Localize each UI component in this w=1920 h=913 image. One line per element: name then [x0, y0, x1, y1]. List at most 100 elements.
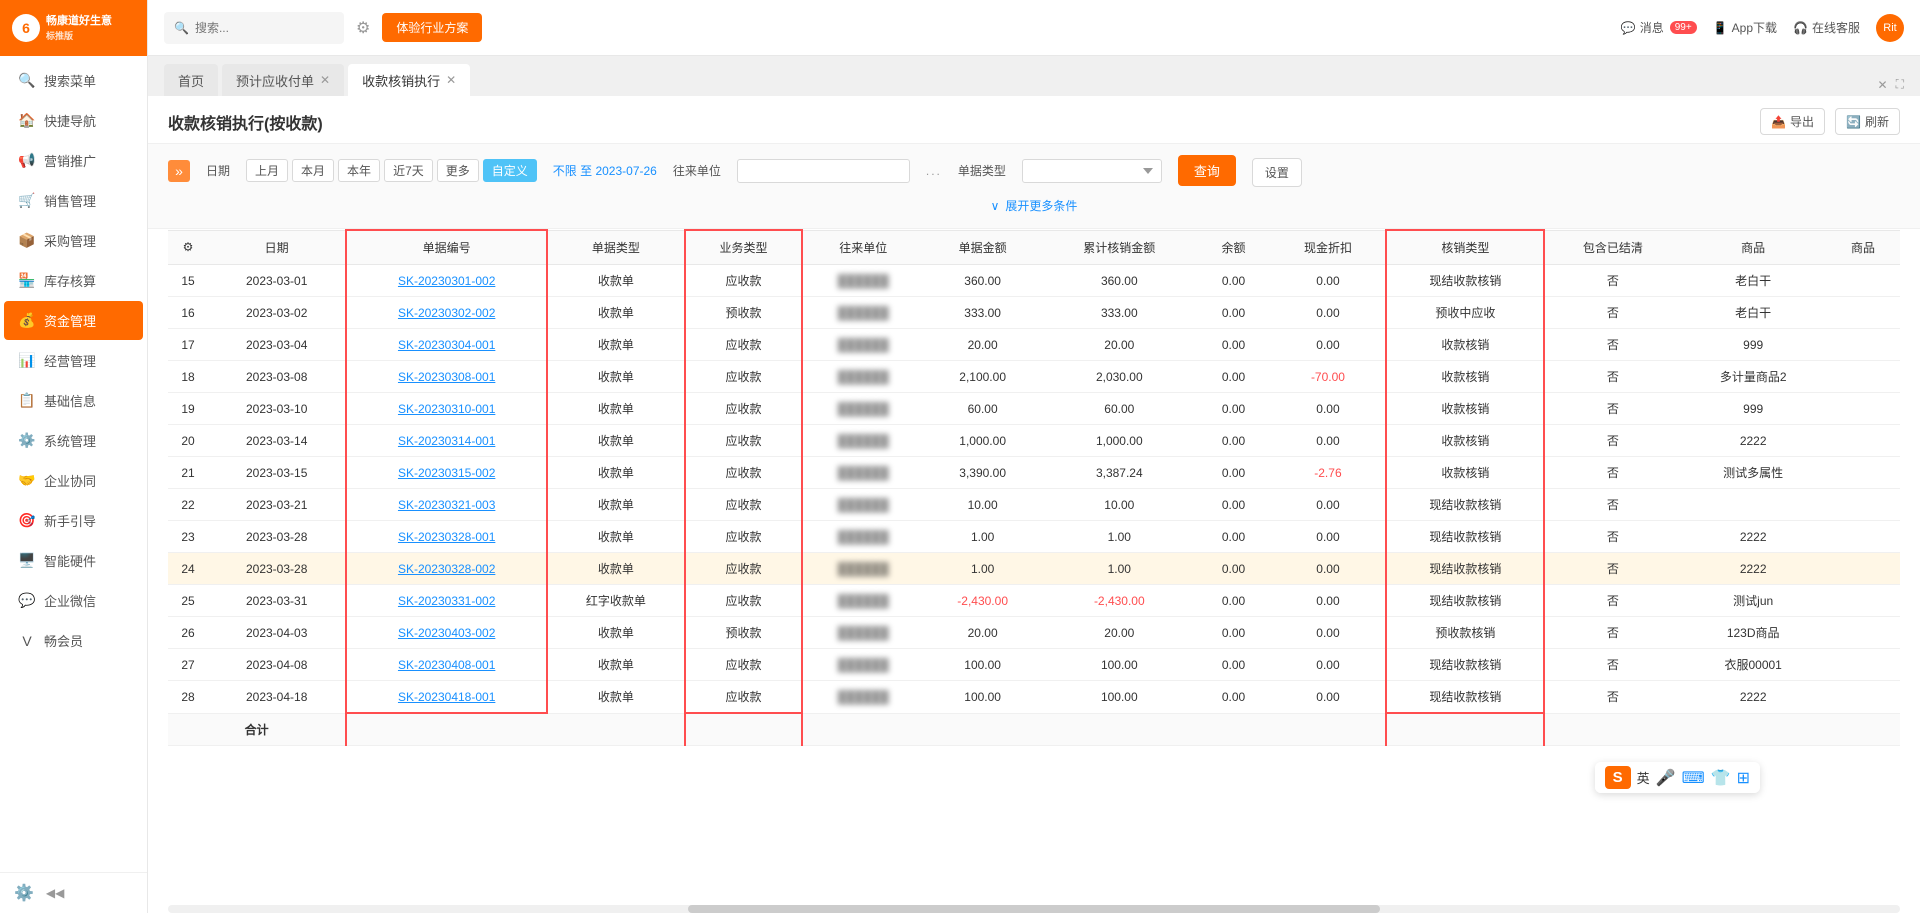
- online-service-button[interactable]: 🎧 在线客服: [1793, 19, 1860, 36]
- cell-date: 2023-04-03: [208, 617, 346, 649]
- topbar-gear-icon[interactable]: ⚙: [356, 18, 370, 38]
- sidebar-item-member[interactable]: V畅会员: [4, 621, 143, 660]
- cell-doc-no[interactable]: SK-20230304-001: [346, 329, 547, 361]
- sidebar-item-hardware[interactable]: 🖥️智能硬件: [4, 541, 143, 580]
- cell-product: 2222: [1680, 553, 1826, 585]
- sidebar-collapse-icon[interactable]: ◀◀: [46, 886, 64, 900]
- filter-partner-input[interactable]: [737, 159, 910, 183]
- filter-last-month-btn[interactable]: 上月: [246, 159, 288, 182]
- cell-cash-discount: 0.00: [1271, 617, 1387, 649]
- sidebar-item-system[interactable]: ⚙️系统管理: [4, 421, 143, 460]
- sidebar-item-basic[interactable]: 📋基础信息: [4, 381, 143, 420]
- cell-cash-discount: -2.76: [1271, 457, 1387, 489]
- cell-doc-type: 收款单: [547, 393, 685, 425]
- sidebar-item-sales[interactable]: 🛒销售管理: [4, 181, 143, 220]
- export-button[interactable]: 📤 导出: [1760, 108, 1825, 135]
- sidebar-item-purchase[interactable]: 📦采购管理: [4, 221, 143, 260]
- refresh-button[interactable]: 🔄 刷新: [1835, 108, 1900, 135]
- cell-verify-type: 收款核销: [1386, 457, 1544, 489]
- tab-receipt[interactable]: 收款核销执行 ✕: [348, 64, 470, 96]
- cell-doc-no[interactable]: SK-20230315-002: [346, 457, 547, 489]
- cell-doc-no[interactable]: SK-20230328-001: [346, 521, 547, 553]
- sidebar-item-operation[interactable]: 📊经营管理: [4, 341, 143, 380]
- cell-doc-no[interactable]: SK-20230403-002: [346, 617, 547, 649]
- filter-this-year-btn[interactable]: 本年: [338, 159, 380, 182]
- cell-total-product2: [1826, 713, 1900, 745]
- tab-prepay-close[interactable]: ✕: [320, 73, 330, 87]
- cell-total-include-settled: [1544, 713, 1680, 745]
- cell-date: 2023-03-28: [208, 553, 346, 585]
- main-content: 🔍 ⚙ 体验行业方案 💬 消息 99+ 📱 App下载 🎧 在线客服 Rit: [148, 0, 1920, 913]
- tab-expand-icon[interactable]: ⛶: [1896, 77, 1904, 92]
- sidebar-icon-basic: 📋: [18, 392, 36, 409]
- cell-date: 2023-04-08: [208, 649, 346, 681]
- filter-more-btn[interactable]: 更多: [437, 159, 479, 182]
- sidebar-item-guide[interactable]: 🎯新手引导: [4, 501, 143, 540]
- column-settings-icon[interactable]: ⚙: [183, 240, 194, 254]
- cell-doc-no[interactable]: SK-20230408-001: [346, 649, 547, 681]
- filter-7days-btn[interactable]: 近7天: [384, 159, 433, 182]
- cell-doc-no[interactable]: SK-20230308-001: [346, 361, 547, 393]
- search-input[interactable]: [195, 21, 315, 35]
- settings-button[interactable]: 设置: [1252, 158, 1302, 187]
- topbar-search-box[interactable]: 🔍: [164, 12, 344, 44]
- cell-balance: 0.00: [1197, 521, 1271, 553]
- app-download-button[interactable]: 📱 App下载: [1713, 19, 1777, 36]
- cell-doc-no[interactable]: SK-20230302-002: [346, 297, 547, 329]
- sidebar-icon-hardware: 🖥️: [18, 552, 36, 569]
- cell-doc-no[interactable]: SK-20230418-001: [346, 681, 547, 714]
- cell-amount: 20.00: [923, 617, 1042, 649]
- cell-amount: 20.00: [923, 329, 1042, 361]
- filter-doc-type-select[interactable]: [1022, 159, 1162, 183]
- table-scrollbar[interactable]: [168, 905, 1900, 913]
- messages-button[interactable]: 💬 消息 99+: [1621, 19, 1697, 36]
- sidebar-icon-system: ⚙️: [18, 432, 36, 449]
- sidebar-settings-icon[interactable]: ⚙️: [14, 883, 34, 903]
- cell-partner: ██████: [802, 649, 923, 681]
- col-header-product2: 商品: [1826, 230, 1900, 265]
- page-title: 收款核销执行(按收款): [168, 110, 323, 134]
- cell-verify-type: 收款核销: [1386, 393, 1544, 425]
- filter-custom-btn[interactable]: 自定义: [483, 159, 537, 182]
- sidebar-item-shortcut[interactable]: 🏠快捷导航: [4, 101, 143, 140]
- cell-doc-no[interactable]: SK-20230301-002: [346, 265, 547, 297]
- cell-partner: ██████: [802, 585, 923, 617]
- cell-doc-no[interactable]: SK-20230314-001: [346, 425, 547, 457]
- cell-partner: ██████: [802, 681, 923, 714]
- sidebar-item-corp[interactable]: 🤝企业协同: [4, 461, 143, 500]
- tab-prepay[interactable]: 预计应收付单 ✕: [222, 64, 344, 96]
- sidebar-item-finance[interactable]: 💰资金管理: [4, 301, 143, 340]
- cell-doc-no[interactable]: SK-20230321-003: [346, 489, 547, 521]
- cell-date: 2023-04-18: [208, 681, 346, 714]
- cell-partner: ██████: [802, 297, 923, 329]
- sidebar-icon-marketing: 📢: [18, 152, 36, 169]
- filter-this-month-btn[interactable]: 本月: [292, 159, 334, 182]
- cell-include-settled: 否: [1544, 681, 1680, 714]
- cell-verify-type: 收款核销: [1386, 425, 1544, 457]
- cell-product: 2222: [1680, 521, 1826, 553]
- sidebar-item-wechat[interactable]: 💬企业微信: [4, 581, 143, 620]
- col-header-biz-type: 业务类型: [685, 230, 803, 265]
- industry-solution-button[interactable]: 体验行业方案: [382, 13, 482, 42]
- cell-row-num: 21: [168, 457, 208, 489]
- cell-doc-no[interactable]: SK-20230310-001: [346, 393, 547, 425]
- cell-partner: ██████: [802, 553, 923, 585]
- sidebar-item-search[interactable]: 🔍搜索菜单: [4, 61, 143, 100]
- col-header-settings[interactable]: ⚙: [168, 230, 208, 265]
- tab-home[interactable]: 首页: [164, 64, 218, 96]
- cell-product2: [1826, 393, 1900, 425]
- avatar[interactable]: Rit: [1876, 14, 1904, 42]
- cell-doc-no[interactable]: SK-20230328-002: [346, 553, 547, 585]
- cell-doc-no[interactable]: SK-20230331-002: [346, 585, 547, 617]
- sidebar-item-inventory[interactable]: 🏪库存核算: [4, 261, 143, 300]
- tab-receipt-close[interactable]: ✕: [446, 73, 456, 87]
- cell-verify-type: 现结收款核销: [1386, 585, 1544, 617]
- scrollbar-thumb[interactable]: [688, 905, 1381, 913]
- sidebar-item-marketing[interactable]: 📢营销推广: [4, 141, 143, 180]
- query-button[interactable]: 查询: [1178, 155, 1236, 186]
- filter-expand-button[interactable]: »: [168, 160, 190, 182]
- filter-expand-more[interactable]: ∨ 展开更多条件: [168, 193, 1900, 218]
- cell-verified: 60.00: [1042, 393, 1197, 425]
- cell-product2: [1826, 521, 1900, 553]
- tab-close-all-icon[interactable]: ✕: [1878, 78, 1888, 92]
